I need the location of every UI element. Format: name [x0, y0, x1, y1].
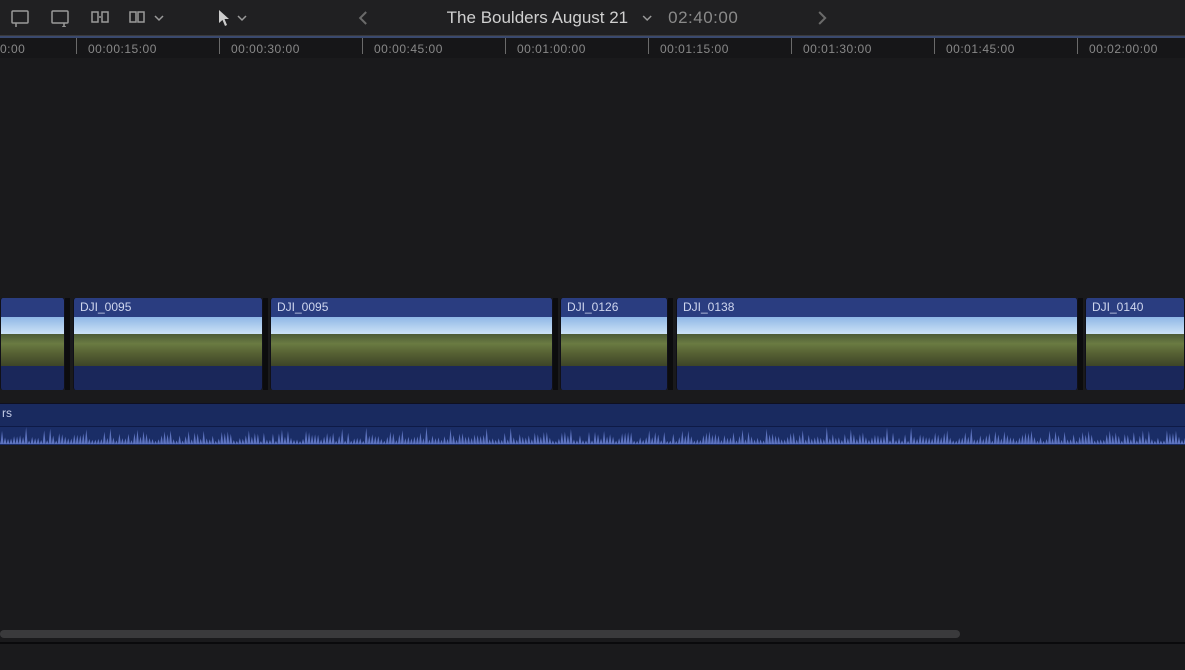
clip-title: DJI_0140 [1086, 298, 1184, 317]
ruler-label: 00:00:15:00 [88, 42, 157, 56]
audio-waveform [0, 427, 1185, 445]
clip-thumbnail-strip [1, 317, 64, 366]
prev-edit-icon[interactable] [353, 8, 373, 28]
clip-thumbnail [944, 317, 1011, 366]
next-edit-icon[interactable] [812, 8, 832, 28]
clip-thumbnail [1, 317, 64, 366]
ruler-tick [505, 38, 506, 54]
video-clip[interactable] [0, 298, 65, 390]
clip-thumbnail [412, 317, 482, 366]
audio-clip-label: rs [2, 406, 12, 420]
clip-gap [553, 298, 558, 390]
clip-thumbnail [199, 317, 262, 366]
ruler-label: 00:01:00:00 [517, 42, 586, 56]
clip-thumbnail-strip [271, 317, 552, 366]
time-ruler[interactable]: 0:00 00:00:15:00 00:00:30:00 00:00:45:00 00:… [0, 36, 1185, 58]
insert-clip-icon[interactable] [86, 6, 116, 30]
clip-thumbnail [482, 317, 552, 366]
clip-thumbnail [677, 317, 744, 366]
audio-track[interactable]: rs [0, 403, 1185, 445]
clip-thumbnail [74, 317, 137, 366]
clip-gap [1078, 298, 1083, 390]
clip-footer [677, 366, 1077, 390]
mark-in-icon[interactable] [6, 6, 36, 30]
clip-title: DJI_0138 [677, 298, 1077, 317]
video-clip[interactable]: DJI_0138 [676, 298, 1078, 390]
video-clip[interactable]: DJI_0126 [560, 298, 668, 390]
header-center: The Boulders August 21 02:40:00 [353, 0, 833, 35]
video-clip[interactable]: DJI_0095 [73, 298, 263, 390]
ruler-tick [934, 38, 935, 54]
mark-out-icon[interactable] [46, 6, 76, 30]
clip-title: DJI_0095 [74, 298, 262, 317]
bottom-separator [0, 642, 1185, 644]
clip-thumbnail [810, 317, 877, 366]
ruler-tick [219, 38, 220, 54]
clip-thumbnail-strip [74, 317, 262, 366]
ruler-label: 00:02:00:00 [1089, 42, 1158, 56]
horizontal-scrollbar[interactable] [0, 630, 1185, 638]
clip-thumbnail-strip [561, 317, 667, 366]
clip-thumbnail [1010, 317, 1077, 366]
timecode-display[interactable]: 02:40:00 [668, 8, 738, 28]
clip-title: DJI_0126 [561, 298, 667, 317]
ruler-tick [648, 38, 649, 54]
tool-group-left [6, 6, 252, 30]
clip-footer [271, 366, 552, 390]
ruler-label: 00:01:30:00 [803, 42, 872, 56]
clip-footer [1086, 366, 1184, 390]
clip-gap [668, 298, 673, 390]
clip-footer [74, 366, 262, 390]
clip-thumbnail [271, 317, 341, 366]
video-clip[interactable]: DJI_0095 [270, 298, 553, 390]
project-title[interactable]: The Boulders August 21 [447, 8, 628, 28]
clip-thumbnail [614, 317, 667, 366]
video-track[interactable]: DJI_0095 DJI_0095 DJI_0126 DJI_0138 DJI_0140 [0, 298, 1185, 390]
append-clip-icon[interactable] [126, 6, 166, 30]
ruler-tick [76, 38, 77, 54]
clip-title: DJI_0095 [271, 298, 552, 317]
clip-thumbnail [744, 317, 811, 366]
timeline-canvas: DJI_0095 DJI_0095 DJI_0126 DJI_0138 DJI_0140… [0, 58, 1185, 644]
ruler-tick [362, 38, 363, 54]
ruler-label: 00:01:15:00 [660, 42, 729, 56]
clip-footer [561, 366, 667, 390]
clip-thumbnail [561, 317, 614, 366]
clip-thumbnail [341, 317, 411, 366]
ruler-label: 00:00:45:00 [374, 42, 443, 56]
video-clip[interactable]: DJI_0140 [1085, 298, 1185, 390]
ruler-label: 00:01:45:00 [946, 42, 1015, 56]
horizontal-scrollbar-thumb[interactable] [0, 630, 960, 638]
toolbar: The Boulders August 21 02:40:00 [0, 0, 1185, 36]
clip-thumbnail [1135, 317, 1184, 366]
clip-footer [1, 366, 64, 390]
clip-gap [65, 298, 70, 390]
clip-gap [263, 298, 268, 390]
clip-thumbnail [1086, 317, 1135, 366]
clip-title [1, 298, 64, 317]
select-tool-icon[interactable] [212, 6, 252, 30]
clip-thumbnail-strip [1086, 317, 1184, 366]
ruler-tick [1077, 38, 1078, 54]
ruler-tick [791, 38, 792, 54]
ruler-label: 0:00 [0, 42, 25, 56]
project-dropdown-icon[interactable] [642, 13, 652, 23]
clip-thumbnail [137, 317, 200, 366]
clip-thumbnail [877, 317, 944, 366]
clip-thumbnail-strip [677, 317, 1077, 366]
ruler-label: 00:00:30:00 [231, 42, 300, 56]
